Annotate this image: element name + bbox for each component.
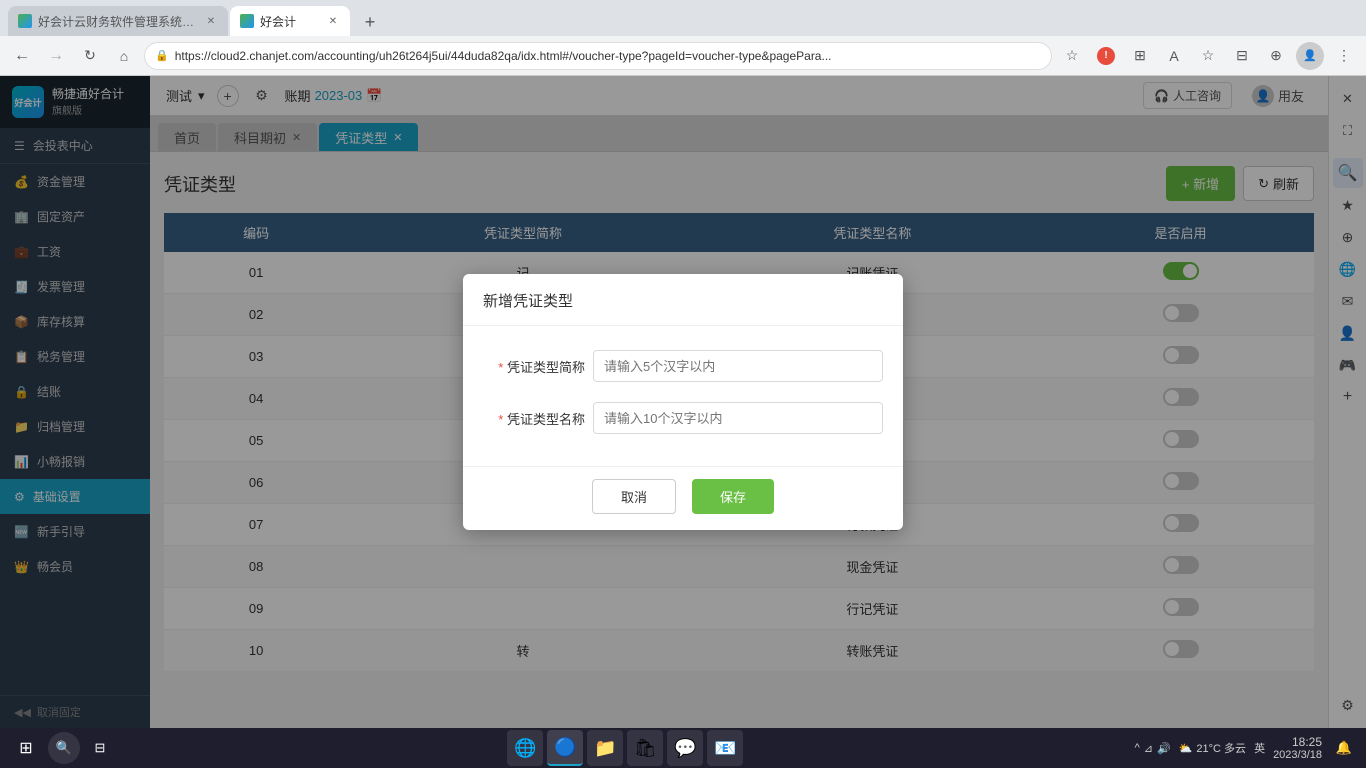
extension-button-6[interactable]: ⊕ bbox=[1262, 42, 1290, 70]
extension-button-1[interactable]: ! bbox=[1092, 42, 1120, 70]
dialog-overlay: 新增凭证类型 * 凭证类型简称 * 凭证类型名称 bbox=[0, 76, 1366, 728]
tab-1-close[interactable]: ✕ bbox=[204, 14, 218, 28]
weather-text: 21°C 多云 bbox=[1196, 740, 1246, 756]
abbr-label: * 凭证类型简称 bbox=[483, 357, 593, 376]
tab-2-favicon bbox=[240, 14, 254, 28]
weather-info: ⛅ 21°C 多云 bbox=[1179, 740, 1246, 756]
cancel-button[interactable]: 取消 bbox=[592, 479, 676, 514]
name-input[interactable] bbox=[593, 402, 883, 434]
lock-icon: 🔒 bbox=[155, 49, 169, 62]
browser-chrome: 好会计云财务软件管理系统_会计 ✕ 好会计 ✕ + ← → ↻ ⌂ 🔒 http… bbox=[0, 0, 1366, 76]
tab-2-title: 好会计 bbox=[260, 13, 320, 30]
tab-2[interactable]: 好会计 ✕ bbox=[230, 6, 350, 36]
start-button[interactable]: ⊞ bbox=[8, 730, 44, 766]
tab-2-close[interactable]: ✕ bbox=[326, 14, 340, 28]
clock: 18:25 2023/3/18 bbox=[1273, 735, 1322, 761]
taskbar-date: 2023/3/18 bbox=[1273, 749, 1322, 761]
network-icon: ⊿ bbox=[1144, 742, 1153, 755]
search-taskbar-button[interactable]: 🔍 bbox=[48, 732, 80, 764]
form-row-abbr: * 凭证类型简称 bbox=[483, 350, 883, 382]
taskbar-app-edge[interactable]: 🔵 bbox=[547, 730, 583, 766]
abbr-input[interactable] bbox=[593, 350, 883, 382]
taskbar-app-mail[interactable]: 📧 bbox=[707, 730, 743, 766]
taskbar: ⊞ 🔍 ⊟ 🌐 🔵 📁 🛍 💬 📧 ^ ⊿ 🔊 ⛅ 21°C 多云 英 18:2… bbox=[0, 728, 1366, 768]
taskbar-apps: 🌐 🔵 📁 🛍 💬 📧 bbox=[120, 730, 1131, 766]
taskbar-right-area: ^ ⊿ 🔊 ⛅ 21°C 多云 英 18:25 2023/3/18 🔔 bbox=[1135, 734, 1358, 762]
extension-button-3[interactable]: A bbox=[1160, 42, 1188, 70]
form-row-name: * 凭证类型名称 bbox=[483, 402, 883, 434]
taskbar-sys-icons: ^ ⊿ 🔊 bbox=[1135, 742, 1171, 755]
notification-button[interactable]: 🔔 bbox=[1330, 734, 1358, 762]
reload-button[interactable]: ↻ bbox=[76, 42, 104, 70]
taskbar-app-chrome[interactable]: 🌐 bbox=[507, 730, 543, 766]
ime-indicator[interactable]: 英 bbox=[1254, 740, 1265, 756]
task-view-button[interactable]: ⊟ bbox=[84, 732, 116, 764]
weather-icon: ⛅ bbox=[1179, 742, 1193, 755]
chevron-icon[interactable]: ^ bbox=[1135, 742, 1140, 754]
dialog-body: * 凭证类型简称 * 凭证类型名称 bbox=[463, 326, 903, 466]
dialog-title: 新增凭证类型 bbox=[483, 293, 573, 310]
volume-icon: 🔊 bbox=[1157, 742, 1171, 755]
menu-button[interactable]: ⋮ bbox=[1330, 42, 1358, 70]
dialog-footer: 取消 保存 bbox=[463, 466, 903, 530]
name-label: * 凭证类型名称 bbox=[483, 409, 593, 428]
taskbar-app-files[interactable]: 📁 bbox=[587, 730, 623, 766]
extension-button-4[interactable]: ☆ bbox=[1194, 42, 1222, 70]
tab-bar: 好会计云财务软件管理系统_会计 ✕ 好会计 ✕ + bbox=[0, 0, 1366, 36]
address-text: https://cloud2.chanjet.com/accounting/uh… bbox=[175, 49, 1041, 63]
new-tab-button[interactable]: + bbox=[356, 8, 384, 36]
extension-button-2[interactable]: ⊞ bbox=[1126, 42, 1154, 70]
profile-button[interactable]: 👤 bbox=[1296, 42, 1324, 70]
taskbar-app-store[interactable]: 🛍 bbox=[627, 730, 663, 766]
taskbar-app-wechat[interactable]: 💬 bbox=[667, 730, 703, 766]
browser-toolbar: ← → ↻ ⌂ 🔒 https://cloud2.chanjet.com/acc… bbox=[0, 36, 1366, 76]
address-bar[interactable]: 🔒 https://cloud2.chanjet.com/accounting/… bbox=[144, 42, 1052, 70]
home-button[interactable]: ⌂ bbox=[110, 42, 138, 70]
back-button[interactable]: ← bbox=[8, 42, 36, 70]
star-button[interactable]: ☆ bbox=[1058, 42, 1086, 70]
tab-1-favicon bbox=[18, 14, 32, 28]
tab-1-title: 好会计云财务软件管理系统_会计 bbox=[38, 13, 198, 30]
extension-button-5[interactable]: ⊟ bbox=[1228, 42, 1256, 70]
save-button[interactable]: 保存 bbox=[692, 479, 774, 514]
dialog-header: 新增凭证类型 bbox=[463, 274, 903, 326]
tab-1[interactable]: 好会计云财务软件管理系统_会计 ✕ bbox=[8, 6, 228, 36]
taskbar-time: 18:25 bbox=[1273, 735, 1322, 749]
dialog: 新增凭证类型 * 凭证类型简称 * 凭证类型名称 bbox=[463, 274, 903, 530]
forward-button[interactable]: → bbox=[42, 42, 70, 70]
